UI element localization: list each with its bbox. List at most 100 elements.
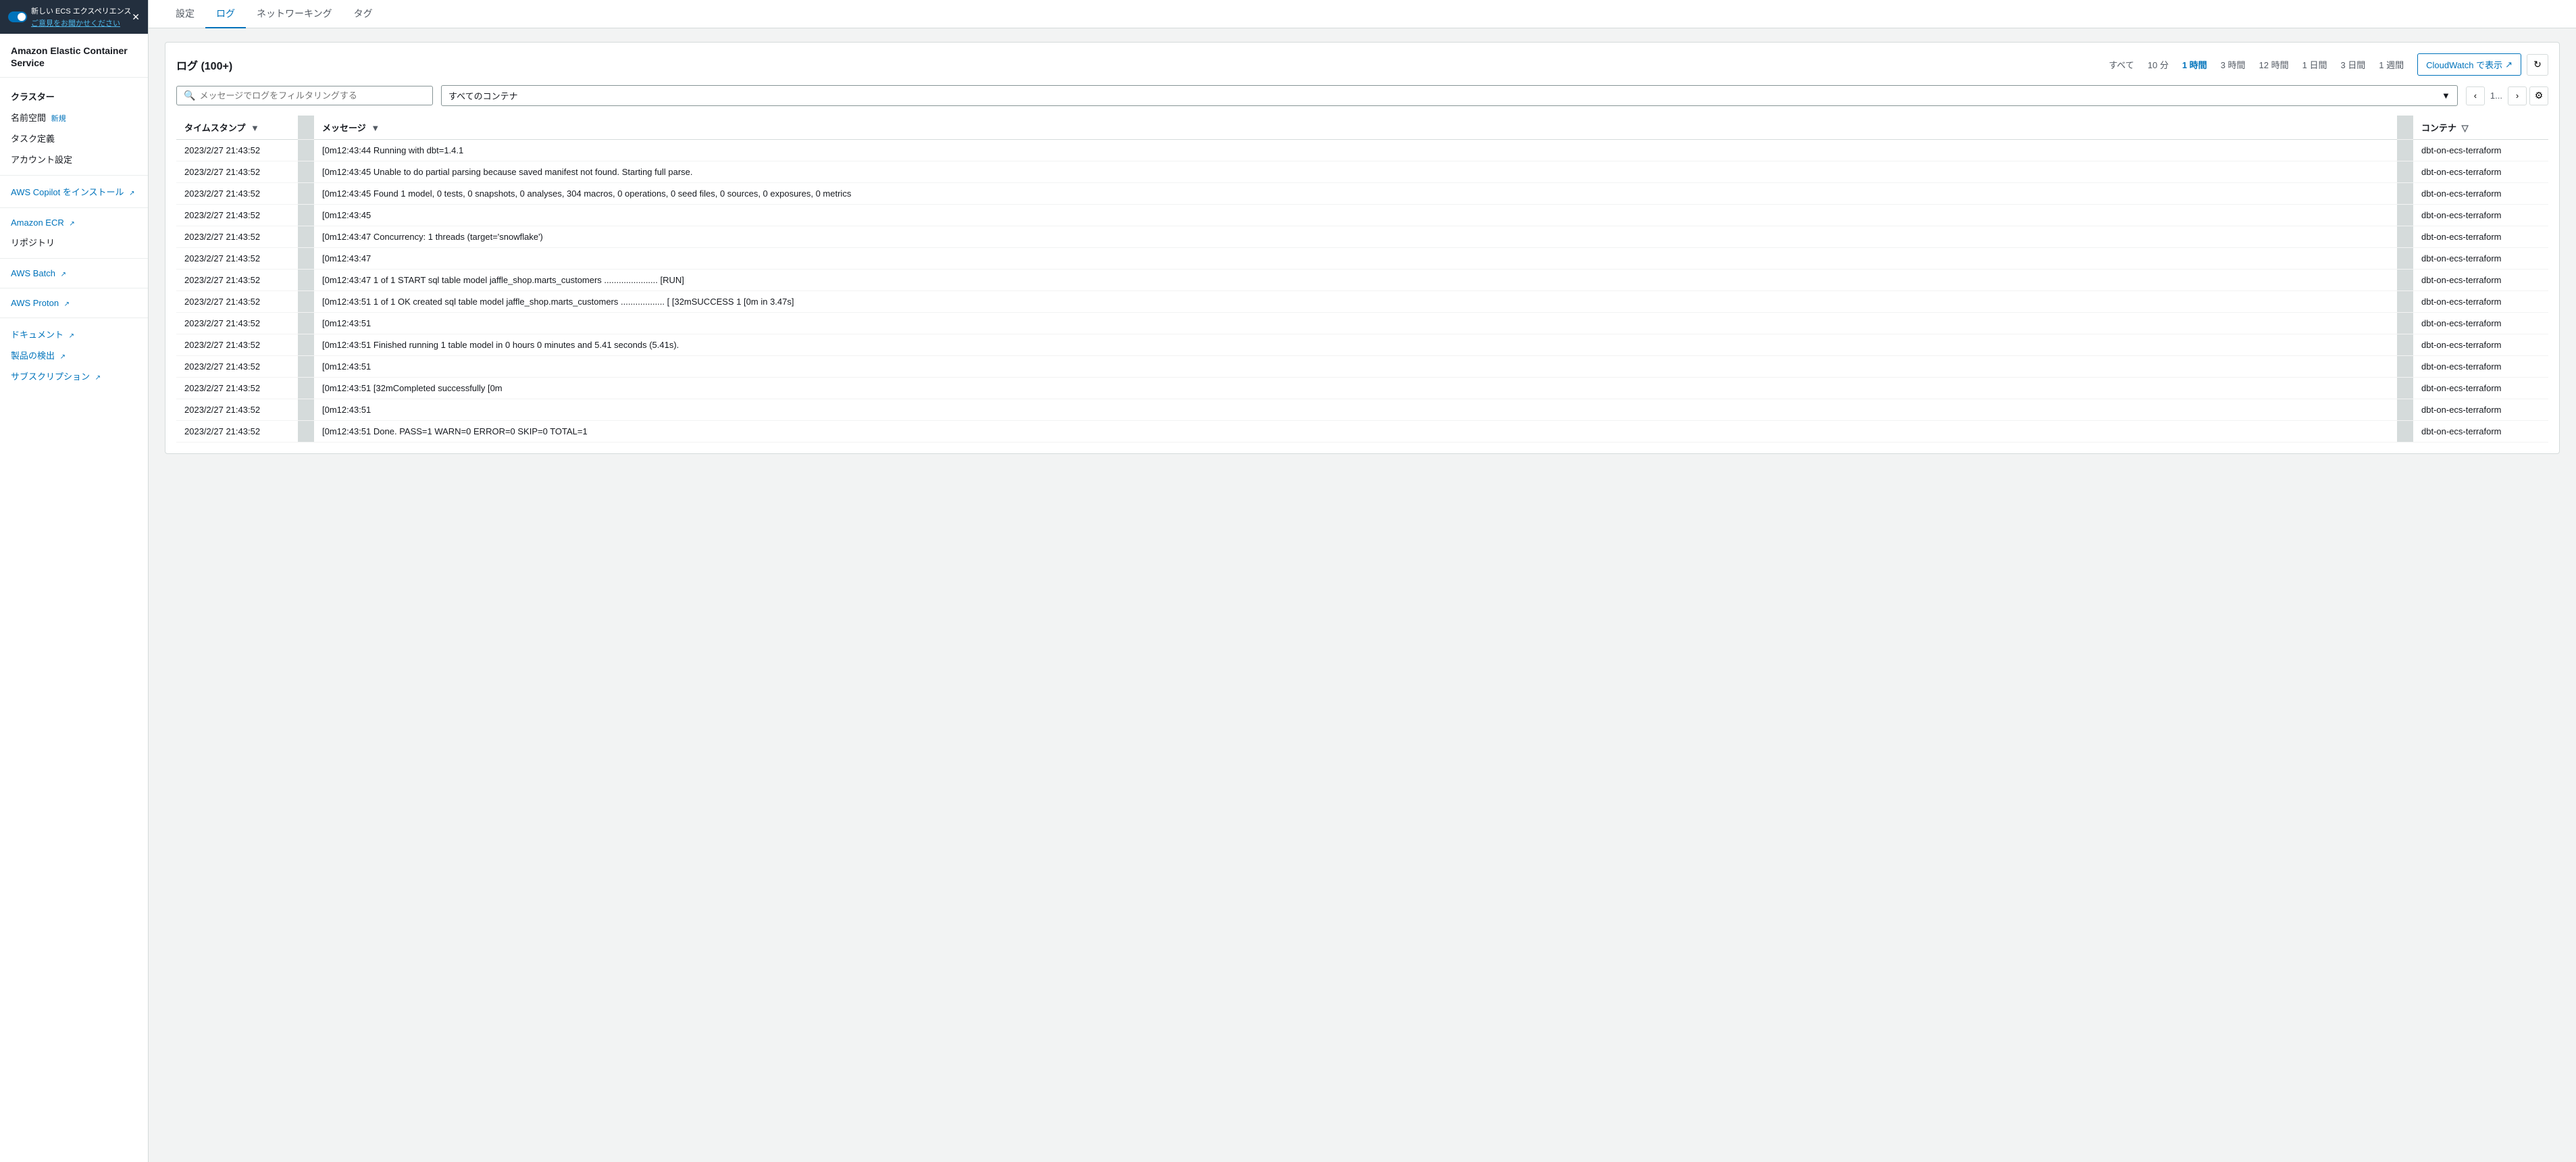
sidebar-item-taskdef[interactable]: タスク定義 [0, 128, 148, 149]
cloudwatch-label: CloudWatch で表示 [2426, 58, 2502, 71]
new-badge: 新規 [51, 115, 66, 123]
cell-message: [0m12:43:51 [314, 356, 2397, 378]
table-row: 2023/2/27 21:43:52 [0m12:43:45 Unable to… [176, 161, 2548, 183]
time-filter-3day[interactable]: 3 日間 [2335, 55, 2371, 74]
col-sep-row2-13 [2397, 421, 2413, 443]
col-sep-row2-2 [2397, 183, 2413, 205]
search-input[interactable] [199, 91, 426, 101]
banner-toggle-group: 新しい ECS エクスペリエンス ご意見をお聞かせください [8, 5, 131, 28]
time-filter-1hr[interactable]: 1 時間 [2177, 55, 2213, 74]
time-filter-all[interactable]: すべて [2103, 55, 2140, 74]
col-header-container: コンテナ ▽ [2413, 116, 2548, 140]
brand: Amazon Elastic Container Service [0, 34, 148, 78]
cell-container: dbt-on-ecs-terraform [2413, 313, 2548, 334]
sidebar-item-proton[interactable]: AWS Proton ↗ [0, 294, 148, 312]
sidebar-item-product-search[interactable]: 製品の検出 ↗ [0, 345, 148, 365]
container-select-value: すべてのコンテナ [448, 89, 518, 102]
feedback-link[interactable]: ご意見をお聞かせください [31, 18, 131, 28]
cell-message: [0m12:43:45 [314, 205, 2397, 226]
search-icon: 🔍 [184, 90, 195, 101]
cell-message: [0m12:43:45 Found 1 model, 0 tests, 0 sn… [314, 183, 2397, 205]
cell-container: dbt-on-ecs-terraform [2413, 356, 2548, 378]
col-sep-row-9 [298, 334, 314, 356]
sidebar: 新しい ECS エクスペリエンス ご意見をお聞かせください ✕ Amazon E… [0, 0, 149, 1162]
cell-timestamp: 2023/2/27 21:43:52 [176, 378, 298, 399]
log-panel: ログ (100+) すべて 10 分 1 時間 3 時間 12 時間 1 日間 … [165, 42, 2560, 454]
sidebar-item-subscription[interactable]: サブスクリプション ↗ [0, 365, 148, 386]
sidebar-item-account-settings[interactable]: アカウント設定 [0, 149, 148, 170]
refresh-button[interactable]: ↻ [2527, 54, 2548, 76]
cell-timestamp: 2023/2/27 21:43:52 [176, 421, 298, 443]
table-row: 2023/2/27 21:43:52 [0m12:43:45 Found 1 m… [176, 183, 2548, 205]
table-row: 2023/2/27 21:43:52 [0m12:43:47 1 of 1 ST… [176, 270, 2548, 291]
filter-row: 🔍 すべてのコンテナ ▼ ‹ 1... › ⚙ [176, 85, 2548, 106]
cell-timestamp: 2023/2/27 21:43:52 [176, 226, 298, 248]
time-filter-3hr[interactable]: 3 時間 [2215, 55, 2251, 74]
prev-page-button[interactable]: ‹ [2466, 86, 2485, 105]
col-sep-row-0 [298, 140, 314, 161]
cell-container: dbt-on-ecs-terraform [2413, 183, 2548, 205]
col-sep-row2-5 [2397, 248, 2413, 270]
search-box: 🔍 [176, 86, 433, 105]
table-row: 2023/2/27 21:43:52 [0m12:43:47 dbt-on-ec… [176, 248, 2548, 270]
col-sep-row2-4 [2397, 226, 2413, 248]
main: 設定 ログ ネットワーキング タグ ログ (100+) すべて 10 分 1 時… [149, 0, 2576, 1162]
cell-container: dbt-on-ecs-terraform [2413, 421, 2548, 443]
time-filter-1week[interactable]: 1 週間 [2373, 55, 2409, 74]
table-row: 2023/2/27 21:43:52 [0m12:43:51 dbt-on-ec… [176, 356, 2548, 378]
external-link-icon-ecr: ↗ [69, 220, 74, 228]
table-row: 2023/2/27 21:43:52 [0m12:43:51 dbt-on-ec… [176, 313, 2548, 334]
cell-container: dbt-on-ecs-terraform [2413, 378, 2548, 399]
cell-timestamp: 2023/2/27 21:43:52 [176, 356, 298, 378]
cell-timestamp: 2023/2/27 21:43:52 [176, 291, 298, 313]
cell-container: dbt-on-ecs-terraform [2413, 270, 2548, 291]
close-banner-button[interactable]: ✕ [132, 11, 140, 23]
col-header-message: メッセージ ▼ [314, 116, 2397, 140]
cell-timestamp: 2023/2/27 21:43:52 [176, 248, 298, 270]
content-area: ログ (100+) すべて 10 分 1 時間 3 時間 12 時間 1 日間 … [149, 28, 2576, 1162]
external-link-icon-proton: ↗ [64, 301, 70, 308]
sidebar-item-ecr[interactable]: Amazon ECR ↗ [0, 213, 148, 232]
tab-tags[interactable]: タグ [343, 0, 384, 28]
time-filter-12hr[interactable]: 12 時間 [2254, 55, 2294, 74]
time-filter-10min[interactable]: 10 分 [2142, 55, 2174, 74]
sidebar-item-docs[interactable]: ドキュメント ↗ [0, 324, 148, 345]
brand-title: Amazon Elastic Container Service [11, 45, 137, 69]
col-sep-row-2 [298, 183, 314, 205]
cell-container: dbt-on-ecs-terraform [2413, 399, 2548, 421]
sidebar-item-batch[interactable]: AWS Batch ↗ [0, 264, 148, 282]
cell-message: [0m12:43:45 Unable to do partial parsing… [314, 161, 2397, 183]
tab-networking[interactable]: ネットワーキング [246, 0, 343, 28]
toggle-switch[interactable] [8, 11, 27, 22]
cloudwatch-button[interactable]: CloudWatch で表示 ↗ [2417, 53, 2521, 76]
sidebar-item-repository[interactable]: リポジトリ [0, 232, 148, 253]
sidebar-item-cluster[interactable]: クラスター [0, 86, 148, 107]
sidebar-item-copilot[interactable]: AWS Copilot をインストール ↗ [0, 181, 148, 202]
col-sep-row-8 [298, 313, 314, 334]
tab-settings[interactable]: 設定 [165, 0, 205, 28]
tab-logs[interactable]: ログ [205, 0, 246, 28]
sidebar-divider-2 [0, 207, 148, 208]
cell-message: [0m12:43:47 [314, 248, 2397, 270]
cell-container: dbt-on-ecs-terraform [2413, 226, 2548, 248]
cell-message: [0m12:43:51 Finished running 1 table mod… [314, 334, 2397, 356]
table-row: 2023/2/27 21:43:52 [0m12:43:47 Concurren… [176, 226, 2548, 248]
time-filter-1day[interactable]: 1 日間 [2297, 55, 2333, 74]
col-sep-row2-9 [2397, 334, 2413, 356]
sort-icon-message: ▼ [371, 123, 380, 133]
table-row: 2023/2/27 21:43:52 [0m12:43:51 [32mCompl… [176, 378, 2548, 399]
col-sep-row-12 [298, 399, 314, 421]
next-page-button[interactable]: › [2508, 86, 2527, 105]
col-sep-row-11 [298, 378, 314, 399]
column-settings-button[interactable]: ⚙ [2529, 86, 2548, 105]
cell-container: dbt-on-ecs-terraform [2413, 291, 2548, 313]
sidebar-item-namespace[interactable]: 名前空間 新規 [0, 107, 148, 128]
container-select[interactable]: すべてのコンテナ ▼ [441, 85, 2458, 106]
col-sep-row2-7 [2397, 291, 2413, 313]
log-header: ログ (100+) すべて 10 分 1 時間 3 時間 12 時間 1 日間 … [176, 53, 2548, 76]
external-link-icon-cw: ↗ [2505, 59, 2513, 70]
cell-timestamp: 2023/2/27 21:43:52 [176, 334, 298, 356]
cell-timestamp: 2023/2/27 21:43:52 [176, 140, 298, 161]
cell-timestamp: 2023/2/27 21:43:52 [176, 183, 298, 205]
cell-timestamp: 2023/2/27 21:43:52 [176, 399, 298, 421]
